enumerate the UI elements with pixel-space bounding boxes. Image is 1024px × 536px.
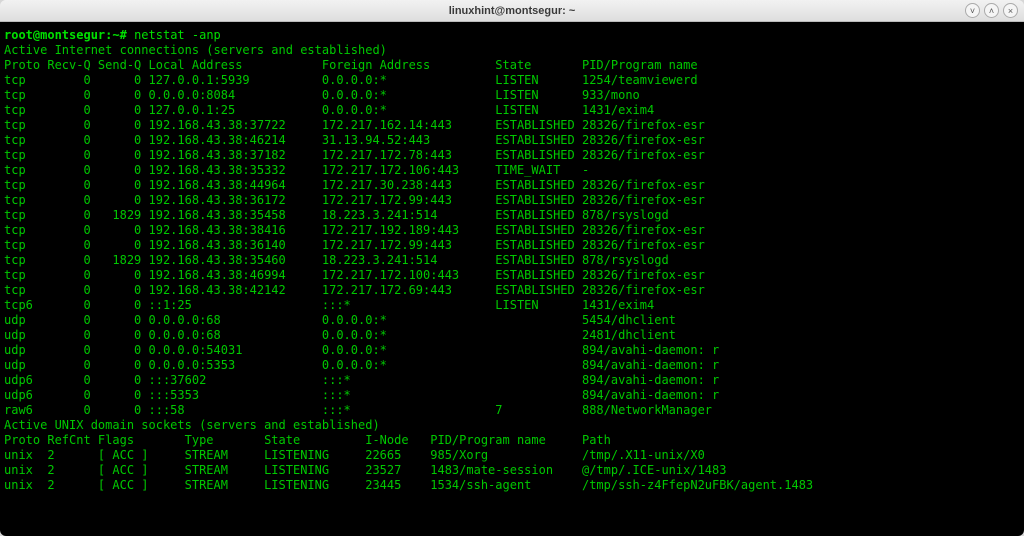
terminal-viewport[interactable]: root@montsegur:~# netstat -anpActive Int… bbox=[0, 22, 1024, 536]
inet-row: tcp 0 0 0.0.0.0:8084 0.0.0.0:* LISTEN 93… bbox=[4, 88, 1020, 103]
command-text: netstat -anp bbox=[134, 28, 221, 42]
window-title: linuxhint@montsegur: ~ bbox=[449, 5, 576, 17]
inet-row: tcp 0 0 192.168.43.38:37182 172.217.172.… bbox=[4, 148, 1020, 163]
unix-title: Active UNIX domain sockets (servers and … bbox=[4, 418, 1020, 433]
inet-row: tcp6 0 0 ::1:25 :::* LISTEN 1431/exim4 bbox=[4, 298, 1020, 313]
inet-row: tcp 0 0 192.168.43.38:44964 172.217.30.2… bbox=[4, 178, 1020, 193]
inet-row: tcp 0 1829 192.168.43.38:35460 18.223.3.… bbox=[4, 253, 1020, 268]
inet-row: udp 0 0 0.0.0.0:54031 0.0.0.0:* 894/avah… bbox=[4, 343, 1020, 358]
inet-row: udp 0 0 0.0.0.0:5353 0.0.0.0:* 894/avahi… bbox=[4, 358, 1020, 373]
inet-row: tcp 0 0 192.168.43.38:36172 172.217.172.… bbox=[4, 193, 1020, 208]
prompt-user-host: root@montsegur bbox=[4, 28, 105, 42]
close-button[interactable]: × bbox=[1003, 3, 1018, 18]
window-buttons: ˅ ˄ × bbox=[965, 3, 1018, 18]
unix-columns: Proto RefCnt Flags Type State I-Node PID… bbox=[4, 433, 1020, 448]
inet-row: tcp 0 0 192.168.43.38:37722 172.217.162.… bbox=[4, 118, 1020, 133]
inet-row: udp 0 0 0.0.0.0:68 0.0.0.0:* 2481/dhclie… bbox=[4, 328, 1020, 343]
inet-row: udp6 0 0 :::5353 :::* 894/avahi-daemon: … bbox=[4, 388, 1020, 403]
terminal-window: linuxhint@montsegur: ~ ˅ ˄ × root@montse… bbox=[0, 0, 1024, 536]
inet-row: tcp 0 0 192.168.43.38:46214 31.13.94.52:… bbox=[4, 133, 1020, 148]
inet-row: tcp 0 0 192.168.43.38:35332 172.217.172.… bbox=[4, 163, 1020, 178]
inet-row: tcp 0 0 192.168.43.38:42142 172.217.172.… bbox=[4, 283, 1020, 298]
inet-row: tcp 0 1829 192.168.43.38:35458 18.223.3.… bbox=[4, 208, 1020, 223]
inet-row: tcp 0 0 127.0.0.1:5939 0.0.0.0:* LISTEN … bbox=[4, 73, 1020, 88]
unix-row: unix 2 [ ACC ] STREAM LISTENING 22665 98… bbox=[4, 448, 1020, 463]
titlebar[interactable]: linuxhint@montsegur: ~ ˅ ˄ × bbox=[0, 0, 1024, 22]
inet-columns: Proto Recv-Q Send-Q Local Address Foreig… bbox=[4, 58, 1020, 73]
maximize-button[interactable]: ˄ bbox=[984, 3, 999, 18]
inet-row: tcp 0 0 192.168.43.38:46994 172.217.172.… bbox=[4, 268, 1020, 283]
inet-title: Active Internet connections (servers and… bbox=[4, 43, 1020, 58]
inet-row: tcp 0 0 127.0.0.1:25 0.0.0.0:* LISTEN 14… bbox=[4, 103, 1020, 118]
prompt-cwd: ~ bbox=[112, 28, 119, 42]
unix-row: unix 2 [ ACC ] STREAM LISTENING 23527 14… bbox=[4, 463, 1020, 478]
inet-row: tcp 0 0 192.168.43.38:36140 172.217.172.… bbox=[4, 238, 1020, 253]
minimize-button[interactable]: ˅ bbox=[965, 3, 980, 18]
unix-row: unix 2 [ ACC ] STREAM LISTENING 23445 15… bbox=[4, 478, 1020, 493]
inet-row: udp 0 0 0.0.0.0:68 0.0.0.0:* 5454/dhclie… bbox=[4, 313, 1020, 328]
prompt-symbol: # bbox=[120, 28, 134, 42]
inet-row: udp6 0 0 :::37602 :::* 894/avahi-daemon:… bbox=[4, 373, 1020, 388]
inet-row: raw6 0 0 :::58 :::* 7 888/NetworkManager bbox=[4, 403, 1020, 418]
inet-row: tcp 0 0 192.168.43.38:38416 172.217.192.… bbox=[4, 223, 1020, 238]
prompt-line: root@montsegur:~# netstat -anp bbox=[4, 28, 1020, 43]
